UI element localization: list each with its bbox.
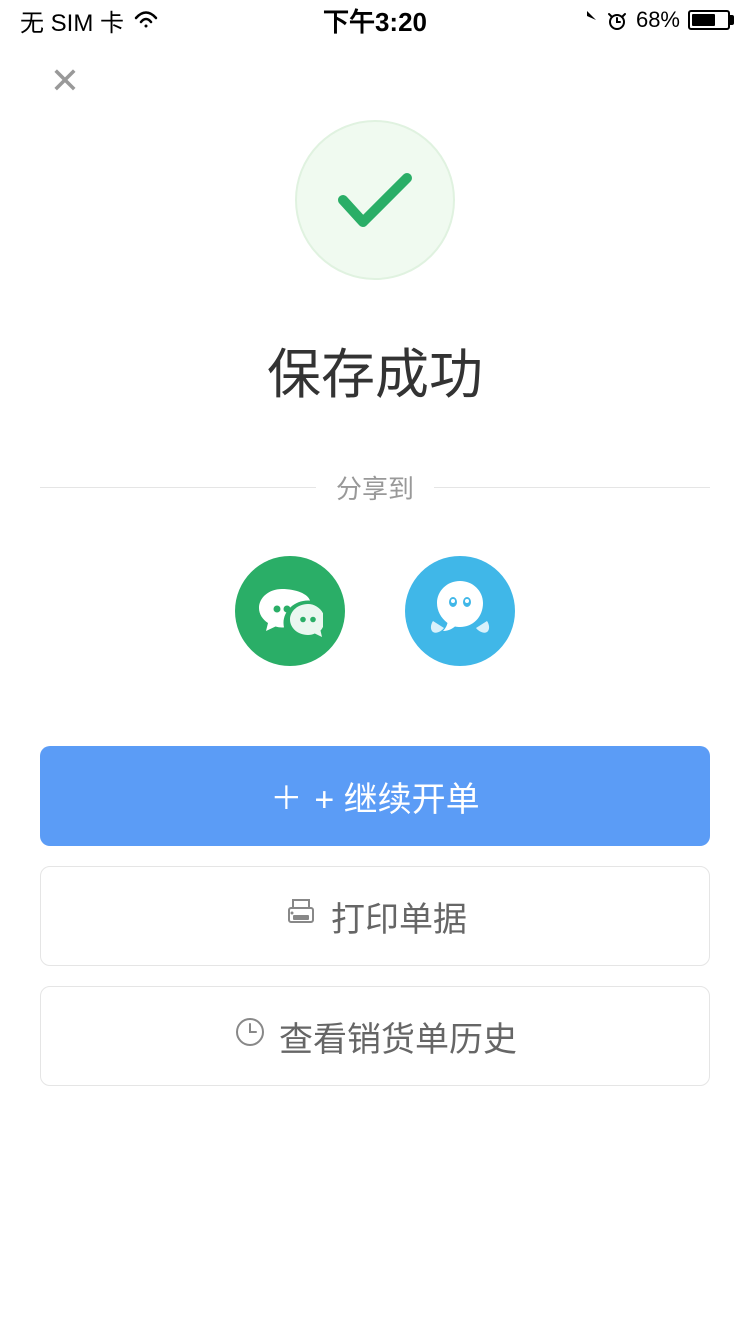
success-title: 保存成功	[267, 330, 483, 409]
share-section: 分享到	[0, 469, 750, 506]
history-label: 查看销货单历史	[279, 1012, 517, 1061]
status-bar-right: 68%	[576, 7, 730, 33]
status-bar-time: 下午3:20	[323, 2, 427, 39]
status-bar: 无 SIM 卡 下午3:20 68%	[0, 0, 750, 40]
status-bar-left: 无 SIM 卡	[20, 3, 160, 38]
divider-right	[434, 487, 710, 488]
battery-percent: 68%	[636, 7, 680, 33]
close-button[interactable]: ✕	[40, 56, 90, 106]
plus-icon: ＋	[270, 773, 302, 819]
share-icons	[235, 556, 515, 666]
continue-button[interactable]: ＋ + 继续开单	[40, 746, 710, 846]
wechat-share-button[interactable]	[235, 556, 345, 666]
divider-left	[40, 487, 316, 488]
location-icon	[576, 9, 598, 31]
print-button[interactable]: 打印单据	[40, 866, 710, 966]
qq-icon	[427, 576, 493, 646]
alarm-icon	[606, 9, 628, 31]
history-button[interactable]: 查看销货单历史	[40, 986, 710, 1086]
action-buttons: ＋ + 继续开单 打印单据 查看销货单历	[0, 746, 750, 1086]
share-label: 分享到	[316, 469, 434, 506]
success-icon-circle	[295, 120, 455, 280]
checkmark-icon	[335, 170, 415, 230]
print-label: 打印单据	[331, 892, 467, 941]
printer-icon	[283, 896, 319, 936]
qq-share-button[interactable]	[405, 556, 515, 666]
wifi-icon	[132, 10, 160, 30]
battery-icon	[688, 10, 730, 30]
wechat-icon	[257, 581, 323, 641]
main-content: 保存成功 分享到	[0, 40, 750, 1086]
sim-status: 无 SIM 卡	[20, 3, 124, 38]
continue-label: + 继续开单	[314, 772, 479, 821]
clock-icon	[233, 1015, 267, 1057]
close-icon: ✕	[50, 63, 80, 99]
